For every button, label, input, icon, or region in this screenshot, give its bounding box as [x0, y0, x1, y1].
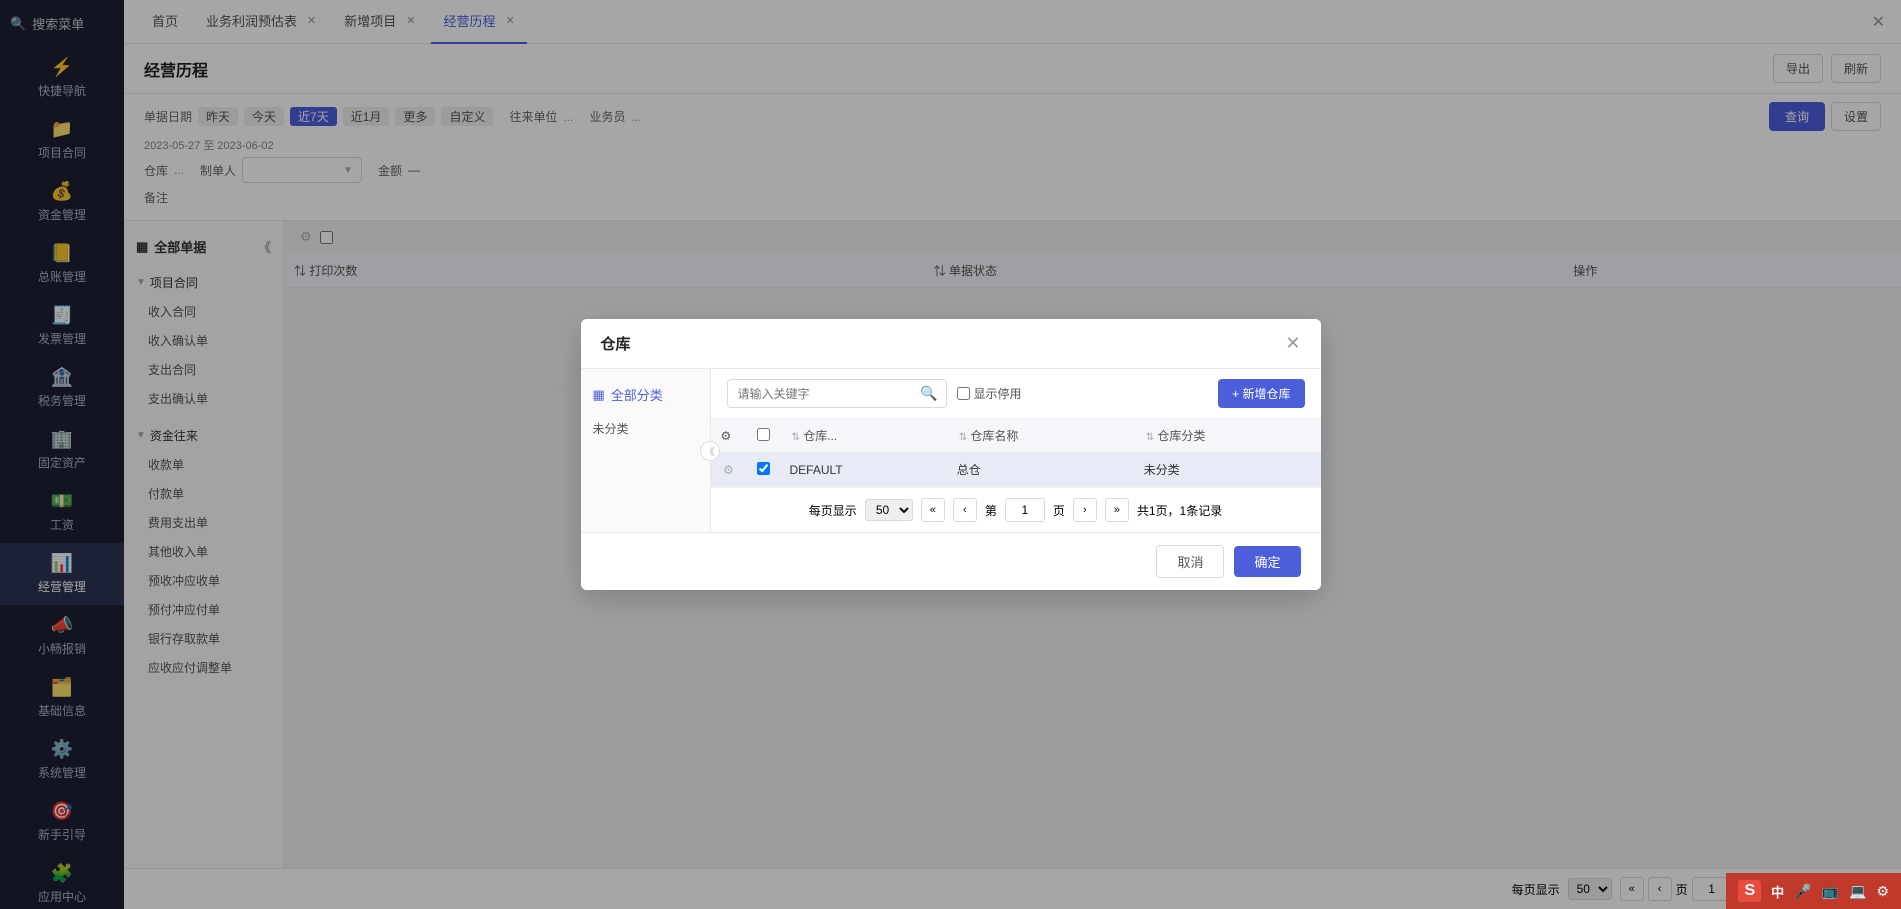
dialog-title: 仓库 [601, 333, 631, 354]
row-checkbox-cell [747, 453, 780, 487]
dialog-page-label: 第 [985, 502, 997, 519]
warehouse-dialog: 仓库 ✕ ▦ 全部分类 未分类 《 🔍 [581, 319, 1321, 590]
show-disabled-checkbox[interactable] [957, 387, 970, 400]
dialog-all-category-label: 全部分类 [611, 385, 663, 404]
dialog-table: ⚙ ⇅ 仓库... ⇅ [711, 419, 1321, 487]
taskbar-logo: S [1738, 880, 1761, 902]
row-code-cell: DEFAULT [780, 453, 947, 487]
taskbar-computer-icon[interactable]: 💻 [1849, 883, 1866, 900]
col-category-sort-icon[interactable]: ⇅ [1146, 432, 1154, 443]
row-settings-icon[interactable]: ⚙ [723, 463, 734, 477]
dialog-search-btn[interactable]: 🔍 [912, 380, 945, 407]
col-code-th: ⇅ 仓库... [780, 419, 947, 453]
dialog-toolbar: 🔍 显示停用 + 新增仓库 [711, 369, 1321, 419]
row-checkbox[interactable] [757, 462, 770, 475]
dialog-select-all[interactable] [757, 428, 770, 441]
col-category-th: ⇅ 仓库分类 [1134, 419, 1321, 453]
dialog-left-uncategorized[interactable]: 未分类 [581, 412, 710, 445]
taskbar-label: 中 [1771, 882, 1784, 901]
dialog-next-btn[interactable]: › [1073, 498, 1097, 522]
row-name-cell: 总仓 [947, 453, 1134, 487]
dialog-footer: 取消 确定 [581, 532, 1321, 590]
taskbar-mic-icon[interactable]: 🎤 [1794, 883, 1811, 900]
dialog-pagination: 每页显示 50 « ‹ 第 页 › » 共1页，1条记录 [711, 487, 1321, 532]
dialog-prev-btn[interactable]: ‹ [953, 498, 977, 522]
row-category-cell: 未分类 [1134, 453, 1321, 487]
dialog-close-icon[interactable]: ✕ [1285, 333, 1300, 354]
dialog-body: ▦ 全部分类 未分类 《 🔍 显示停用 [581, 369, 1321, 532]
dialog-first-btn[interactable]: « [921, 498, 945, 522]
dialog-right-panel: 🔍 显示停用 + 新增仓库 ⚙ [711, 369, 1321, 532]
dialog-search-input[interactable] [728, 382, 913, 406]
col-checkbox-th [747, 419, 780, 453]
dialog-per-page-label: 每页显示 [809, 502, 857, 519]
col-name-th: ⇅ 仓库名称 [947, 419, 1134, 453]
add-warehouse-btn[interactable]: + 新增仓库 [1218, 379, 1304, 408]
dialog-left-header[interactable]: ▦ 全部分类 [581, 377, 710, 412]
col-name-sort-icon[interactable]: ⇅ [959, 432, 967, 443]
dialog-search-wrap: 🔍 [727, 379, 947, 408]
grid-dots-icon: ▦ [593, 387, 605, 403]
dialog-header: 仓库 ✕ [581, 319, 1321, 369]
taskbar-settings-icon[interactable]: ⚙ [1876, 883, 1889, 900]
taskbar-monitor-icon[interactable]: 📺 [1822, 883, 1839, 900]
dialog-left-panel: ▦ 全部分类 未分类 《 [581, 369, 711, 532]
col-settings-icon[interactable]: ⚙ [721, 429, 732, 443]
dialog-total: 共1页，1条记录 [1137, 502, 1222, 519]
confirm-button[interactable]: 确定 [1234, 546, 1300, 577]
sort-asc-icon[interactable]: ⇅ [792, 432, 800, 443]
show-disabled-text: 显示停用 [974, 385, 1022, 402]
dialog-page-suffix: 页 [1053, 502, 1065, 519]
dialog-table-row[interactable]: ⚙ DEFAULT 总仓 未分类 [711, 453, 1321, 487]
dialog-table-wrap: ⚙ ⇅ 仓库... ⇅ [711, 419, 1321, 487]
taskbar: S 中 🎤 📺 💻 ⚙ [1726, 873, 1901, 909]
dialog-page-input[interactable] [1005, 498, 1045, 522]
dialog-per-page-select[interactable]: 50 [865, 499, 913, 521]
dialog-last-btn[interactable]: » [1105, 498, 1129, 522]
cancel-button[interactable]: 取消 [1156, 545, 1224, 578]
dialog-left-collapse-btn[interactable]: 《 [700, 441, 720, 461]
dialog-overlay: 仓库 ✕ ▦ 全部分类 未分类 《 🔍 [0, 0, 1901, 909]
show-disabled-label[interactable]: 显示停用 [957, 385, 1022, 402]
